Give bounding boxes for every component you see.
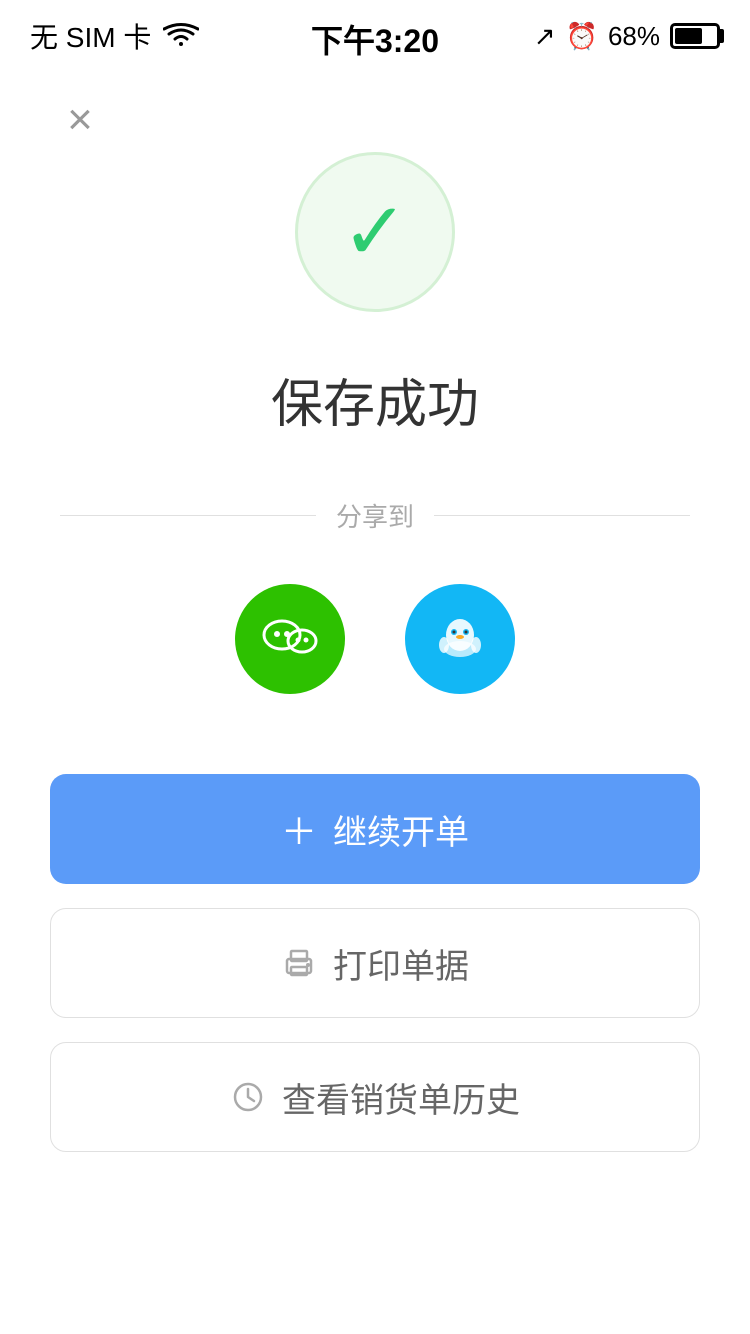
wechat-icon <box>258 607 322 671</box>
close-icon: × <box>67 98 93 142</box>
print-button[interactable]: 打印单据 <box>50 908 700 1018</box>
battery-percent: 68% <box>608 21 660 52</box>
checkmark-icon: ✓ <box>341 192 408 272</box>
continue-button[interactable]: ＋ 继续开单 <box>50 774 700 884</box>
wifi-icon <box>163 22 199 50</box>
alarm-icon: ⏰ <box>566 21 598 52</box>
qq-icon <box>428 607 492 671</box>
status-left: 无 SIM 卡 <box>30 16 199 56</box>
status-bar: 无 SIM 卡 下午3:20 ↗ ⏰ 68% <box>0 0 750 72</box>
status-time: 下午3:20 <box>311 16 439 62</box>
share-divider: 分享到 <box>0 497 750 534</box>
qq-share-button[interactable] <box>405 584 515 694</box>
plus-icon: ＋ <box>281 803 317 855</box>
share-icons <box>235 584 515 694</box>
status-right: ↗ ⏰ 68% <box>534 21 720 52</box>
action-buttons: ＋ 继续开单 打印单据 查看销货单历史 <box>0 774 750 1152</box>
divider-right <box>434 515 690 516</box>
share-label: 分享到 <box>336 497 414 534</box>
success-title: 保存成功 <box>271 362 479 437</box>
divider-left <box>60 515 316 516</box>
printer-icon <box>281 945 317 981</box>
carrier-text: 无 SIM 卡 <box>30 16 151 56</box>
success-circle: ✓ <box>295 152 455 312</box>
continue-label: 继续开单 <box>333 805 469 854</box>
close-button[interactable]: × <box>50 90 110 150</box>
battery-icon <box>670 23 720 49</box>
print-label: 打印单据 <box>333 939 469 988</box>
wechat-share-button[interactable] <box>235 584 345 694</box>
location-icon: ↗ <box>534 21 556 52</box>
history-label: 查看销货单历史 <box>282 1073 520 1122</box>
clock-icon <box>230 1079 266 1115</box>
main-content: ✓ 保存成功 分享到 <box>0 72 750 1152</box>
history-button[interactable]: 查看销货单历史 <box>50 1042 700 1152</box>
